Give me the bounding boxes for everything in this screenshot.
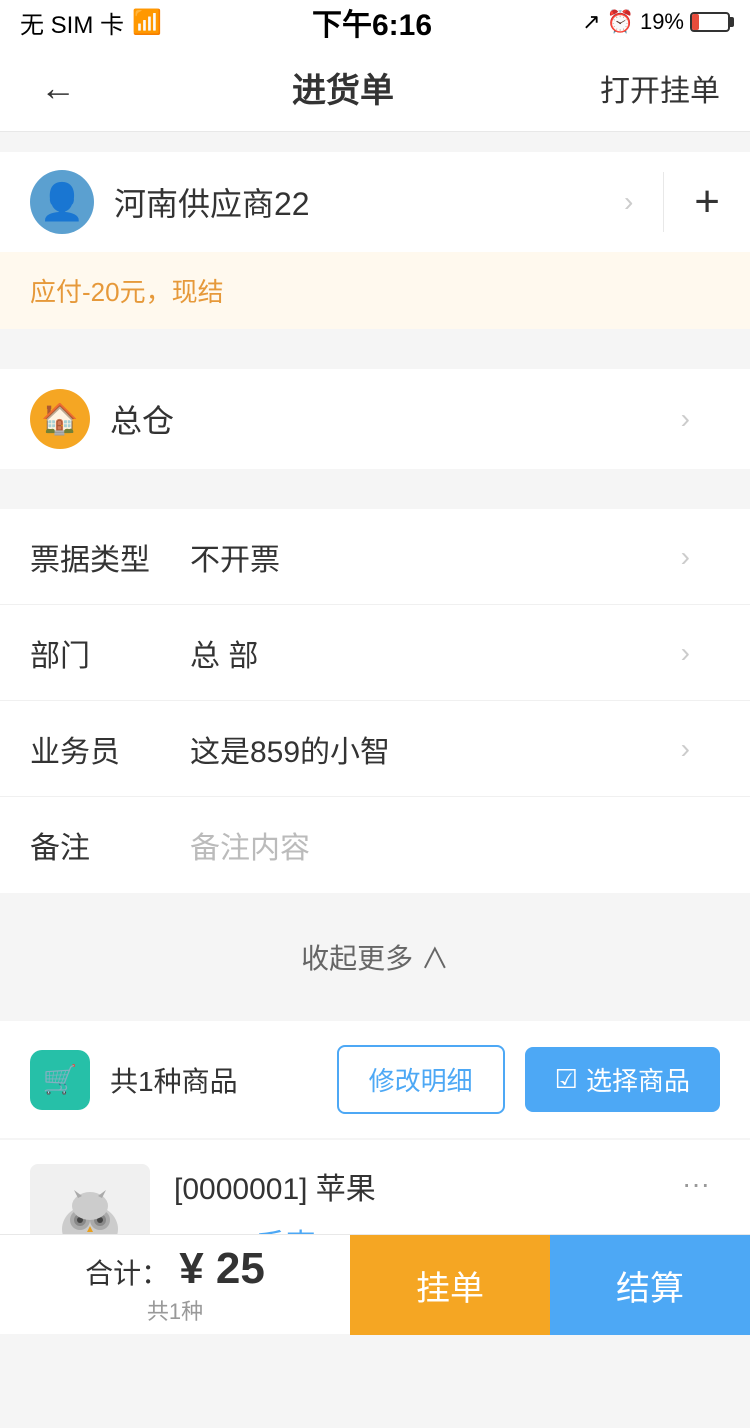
remark-row[interactable]: 备注 备注内容 <box>0 797 750 893</box>
products-header: 🛒 共1种商品 修改明细 ☑ 选择商品 <box>0 1021 750 1138</box>
hang-order-button[interactable]: 挂单 <box>350 1235 550 1335</box>
bottom-bar: 合计： ¥ 25 共1种 挂单 结算 <box>0 1234 750 1334</box>
collapse-text: 收起更多 ∧ <box>301 943 449 974</box>
select-product-label: 选择商品 <box>586 1061 690 1098</box>
supplier-name: 河南供应商22 <box>114 179 624 225</box>
total-amount: ¥ 25 <box>179 1244 265 1294</box>
supplier-chevron-icon: › <box>624 186 633 218</box>
status-time: 下午6:16 <box>312 0 432 44</box>
total-row: 合计： ¥ 25 <box>85 1244 265 1294</box>
vertical-divider <box>663 172 664 232</box>
battery-icon <box>690 12 730 32</box>
back-button[interactable]: ← <box>30 57 86 119</box>
supplier-section[interactable]: 👤 河南供应商22 › + <box>0 152 750 252</box>
salesperson-label: 业务员 <box>30 727 170 771</box>
battery-text: 19% <box>640 9 684 35</box>
select-product-button[interactable]: ☑ 选择商品 <box>525 1047 720 1112</box>
salesperson-row[interactable]: 业务员 这是859的小智 › <box>0 701 750 797</box>
warehouse-icon: 🏠 <box>41 402 78 437</box>
carrier-text: 无 SIM 卡 <box>20 5 124 40</box>
notice-banner: 应付-20元，现结 <box>0 252 750 329</box>
more-options-button[interactable]: ··· <box>672 1164 720 1204</box>
person-icon: 👤 <box>40 181 85 223</box>
warehouse-chevron-icon: › <box>681 403 690 435</box>
invoice-chevron-icon: › <box>681 541 690 573</box>
status-bar: 无 SIM 卡 📶 下午6:16 ↗ ⏰ 19% <box>0 0 750 44</box>
invoice-type-label: 票据类型 <box>30 535 170 579</box>
total-section: 合计： ¥ 25 共1种 <box>0 1235 350 1334</box>
remark-value: 备注内容 <box>170 823 720 867</box>
section-divider-2 <box>0 329 750 349</box>
wifi-icon: 📶 <box>132 8 162 37</box>
checkout-button[interactable]: 结算 <box>550 1235 750 1335</box>
select-product-icon: ☑ <box>555 1064 578 1095</box>
location-icon: ↗ <box>582 9 600 35</box>
open-hang-button[interactable]: 打开挂单 <box>600 66 720 110</box>
product-count: 共1种商品 <box>110 1060 317 1100</box>
section-divider-3 <box>0 469 750 489</box>
invoice-type-row[interactable]: 票据类型 不开票 › <box>0 509 750 605</box>
section-divider-1 <box>0 132 750 152</box>
page-title: 进货单 <box>292 63 394 112</box>
warehouse-section[interactable]: 🏠 总仓 › <box>0 369 750 469</box>
supplier-avatar: 👤 <box>30 170 94 234</box>
warehouse-name: 总仓 <box>110 396 681 442</box>
status-right: ↗ ⏰ 19% <box>582 9 730 35</box>
nav-bar: ← 进货单 打开挂单 <box>0 44 750 132</box>
collapse-button[interactable]: 收起更多 ∧ <box>0 913 750 1001</box>
salesperson-chevron-icon: › <box>681 733 690 765</box>
alarm-icon: ⏰ <box>607 9 634 35</box>
remark-label: 备注 <box>30 823 170 867</box>
product-name: [0000001] 苹果 <box>174 1164 648 1208</box>
status-left: 无 SIM 卡 📶 <box>20 5 162 40</box>
cart-icon: 🛒 <box>43 1063 78 1096</box>
department-row[interactable]: 部门 总 部 › <box>0 605 750 701</box>
form-section: 票据类型 不开票 › 部门 总 部 › 业务员 这是859的小智 › 备注 备注… <box>0 509 750 893</box>
product-cart-icon-wrap: 🛒 <box>30 1050 90 1110</box>
notice-text: 应付-20元，现结 <box>30 277 224 307</box>
add-supplier-button[interactable]: + <box>694 177 720 227</box>
total-sub: 共1种 <box>147 1294 203 1326</box>
department-value: 总 部 <box>170 631 681 675</box>
product-title: 苹果 <box>316 1173 376 1206</box>
department-chevron-icon: › <box>681 637 690 669</box>
warehouse-icon-wrap: 🏠 <box>30 389 90 449</box>
department-label: 部门 <box>30 631 170 675</box>
salesperson-value: 这是859的小智 <box>170 727 681 771</box>
product-code: [0000001] <box>174 1173 316 1206</box>
invoice-type-value: 不开票 <box>170 535 681 579</box>
total-label: 合计： <box>85 1252 169 1292</box>
edit-detail-button[interactable]: 修改明细 <box>337 1045 505 1114</box>
